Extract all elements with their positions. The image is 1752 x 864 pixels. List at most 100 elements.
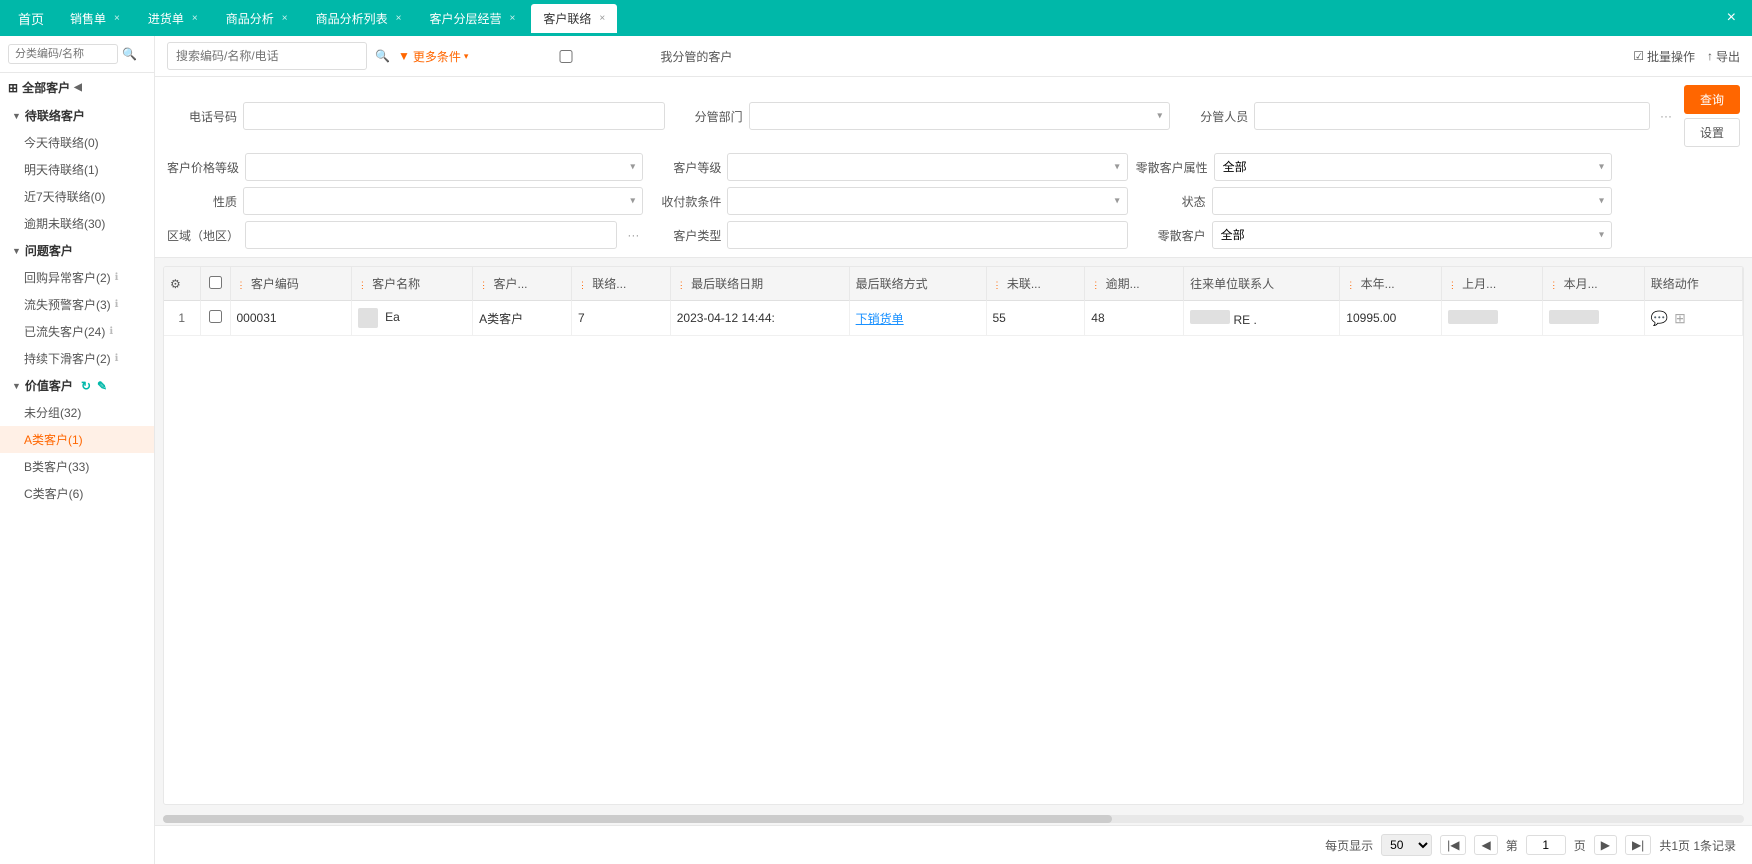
- sidebar-item-a-class[interactable]: A类客户(1): [0, 426, 154, 453]
- row-last-method[interactable]: 下销货单: [849, 301, 986, 336]
- grid-action-icon[interactable]: ⊞: [1674, 310, 1686, 327]
- filter-region: 区域（地区） ···: [167, 221, 643, 249]
- search-button[interactable]: 🔍: [375, 49, 390, 63]
- filter-cust-level-select[interactable]: [727, 153, 1127, 181]
- scrollbar-thumb[interactable]: [163, 815, 1112, 823]
- sort-icon8[interactable]: ⋮: [1346, 280, 1355, 290]
- sidebar-item-ungrouped[interactable]: 未分组(32): [0, 399, 154, 426]
- settings-icon[interactable]: ⚙: [170, 277, 181, 291]
- filter-nature-wrapper: [243, 187, 643, 215]
- sort-icon3[interactable]: ⋮: [479, 280, 488, 290]
- table-row: 1 000031 Ea A类客户 7 2023-04-12 14:44:: [164, 301, 1743, 336]
- select-all-checkbox[interactable]: [209, 276, 222, 289]
- filter-region-dots[interactable]: ···: [623, 228, 643, 242]
- query-button[interactable]: 查询: [1684, 85, 1740, 114]
- nav-tab-analysis[interactable]: 商品分析 ×: [214, 4, 300, 33]
- nav-tab-sales-close[interactable]: ×: [114, 13, 120, 24]
- table-wrapper: ⚙ ⋮ 客户编码 ⋮ 客户名称: [163, 266, 1744, 805]
- sidebar-item-churned[interactable]: 已流失客户(24) ℹ: [0, 318, 154, 345]
- filter-status: 状态: [1136, 187, 1612, 215]
- filter-payment-select[interactable]: [727, 187, 1127, 215]
- col-overdue: ⋮ 逾期...: [1085, 267, 1184, 301]
- next-page-button[interactable]: ▶: [1594, 835, 1617, 855]
- edit-icon[interactable]: ✎: [97, 379, 107, 393]
- sidebar-group-pending[interactable]: ▼ 待联络客户: [0, 102, 154, 129]
- filter-person-input[interactable]: [1254, 102, 1650, 130]
- search-input[interactable]: [167, 42, 367, 70]
- sidebar-item-abnormal[interactable]: 回购异常客户(2) ℹ: [0, 264, 154, 291]
- col-settings[interactable]: ⚙: [164, 267, 200, 301]
- my-customers-checkbox[interactable]: [476, 50, 656, 63]
- nav-tab-analysis-list[interactable]: 商品分析列表 ×: [304, 4, 414, 33]
- nav-tab-analysis-close[interactable]: ×: [282, 13, 288, 24]
- row-last-method-link[interactable]: 下销货单: [856, 312, 904, 326]
- first-page-button[interactable]: |◀: [1440, 835, 1466, 855]
- nav-tab-customer-contact[interactable]: 客户联络 ×: [531, 4, 617, 33]
- row-this-month-placeholder: [1549, 310, 1599, 324]
- sidebar-item-c-class[interactable]: C类客户(6): [0, 480, 154, 507]
- filter-phone-input[interactable]: [243, 102, 665, 130]
- sidebar-search-input[interactable]: [8, 44, 118, 64]
- filter-cust-type-input[interactable]: [727, 221, 1127, 249]
- nav-tab-customer-mgmt[interactable]: 客户分层经营 ×: [417, 4, 527, 33]
- close-all-tabs-button[interactable]: ×: [1719, 5, 1744, 31]
- sidebar-group-value[interactable]: ▼ 价值客户 ↻ ✎: [0, 372, 154, 399]
- filter-person-label: 分管人员: [1178, 108, 1248, 125]
- filter-nature-select[interactable]: [243, 187, 643, 215]
- nav-tab-analysis-list-close[interactable]: ×: [396, 13, 402, 24]
- filter-retail-attr-select[interactable]: 全部: [1214, 153, 1612, 181]
- sidebar-item-churn-warn[interactable]: 流失预警客户(3) ℹ: [0, 291, 154, 318]
- sort-icon5[interactable]: ⋮: [677, 280, 686, 290]
- filter-person-dots[interactable]: ···: [1656, 109, 1676, 123]
- sort-icon10[interactable]: ⋮: [1549, 280, 1558, 290]
- row-checkbox[interactable]: [209, 310, 222, 323]
- sort-icon[interactable]: ⋮: [237, 280, 246, 290]
- more-filters-button[interactable]: ▼ 更多条件 ▾: [398, 48, 468, 65]
- filter-price-level-select[interactable]: [245, 153, 643, 181]
- nav-tab-sales[interactable]: 销售单 ×: [58, 4, 132, 33]
- nav-home[interactable]: 首页: [8, 3, 54, 34]
- col-code-label: 客户编码: [251, 277, 299, 291]
- nav-tab-purchase-close[interactable]: ×: [192, 13, 198, 24]
- sort-icon4[interactable]: ⋮: [578, 280, 587, 290]
- sort-icon2[interactable]: ⋮: [358, 280, 367, 290]
- nav-tab-purchase[interactable]: 进货单 ×: [136, 4, 210, 33]
- filter-retail-cust-select[interactable]: 全部: [1212, 221, 1612, 249]
- sidebar-item-7days[interactable]: 近7天待联络(0): [0, 183, 154, 210]
- batch-operation-button[interactable]: ☑ 批量操作: [1633, 48, 1695, 65]
- filter-dept-select[interactable]: [749, 102, 1171, 130]
- row-contacts-placeholder: [1190, 310, 1230, 324]
- filter-status-label: 状态: [1136, 193, 1206, 210]
- sidebar-item-declining[interactable]: 持续下滑客户(2) ℹ: [0, 345, 154, 372]
- last-page-button[interactable]: ▶|: [1625, 835, 1651, 855]
- col-name: ⋮ 客户名称: [351, 267, 472, 301]
- filter-cust-level: 客户等级: [651, 153, 1127, 181]
- sidebar-item-overdue[interactable]: 逾期未联络(30): [0, 210, 154, 237]
- sort-icon7[interactable]: ⋮: [1091, 280, 1100, 290]
- setting-button[interactable]: 设置: [1684, 118, 1740, 147]
- row-contacts-text: RE .: [1233, 313, 1256, 327]
- sort-icon6[interactable]: ⋮: [993, 280, 1002, 290]
- sidebar-group-problem[interactable]: ▼ 问题客户: [0, 237, 154, 264]
- my-customers-checkbox-label[interactable]: 我分管的客户: [476, 48, 732, 65]
- sidebar-search-icon[interactable]: 🔍: [122, 47, 137, 61]
- prev-page-button[interactable]: ◀: [1474, 835, 1497, 855]
- sidebar-item-b-class[interactable]: B类客户(33): [0, 453, 154, 480]
- info-icon-2: ℹ: [115, 299, 119, 310]
- per-page-select[interactable]: 50 100 200: [1381, 834, 1432, 856]
- nav-tab-customer-contact-close[interactable]: ×: [599, 13, 605, 24]
- filter-region-input[interactable]: [245, 221, 617, 249]
- nav-tab-customer-mgmt-close[interactable]: ×: [509, 13, 515, 24]
- col-contact-count-label: 联络...: [592, 277, 626, 291]
- filter-status-select[interactable]: [1212, 187, 1612, 215]
- export-button[interactable]: ↑ 导出: [1707, 48, 1740, 65]
- all-customers-header[interactable]: ⊞ 全部客户 ◀: [0, 73, 154, 102]
- chat-action-icon[interactable]: 💬: [1651, 310, 1668, 327]
- refresh-icon[interactable]: ↻: [81, 379, 91, 393]
- page-input[interactable]: [1526, 835, 1566, 855]
- sort-icon9[interactable]: ⋮: [1448, 280, 1457, 290]
- nav-tab-sales-label: 销售单: [70, 10, 106, 27]
- col-no-contact-label: 未联...: [1007, 277, 1041, 291]
- sidebar-item-today[interactable]: 今天待联络(0): [0, 129, 154, 156]
- sidebar-item-tomorrow[interactable]: 明天待联络(1): [0, 156, 154, 183]
